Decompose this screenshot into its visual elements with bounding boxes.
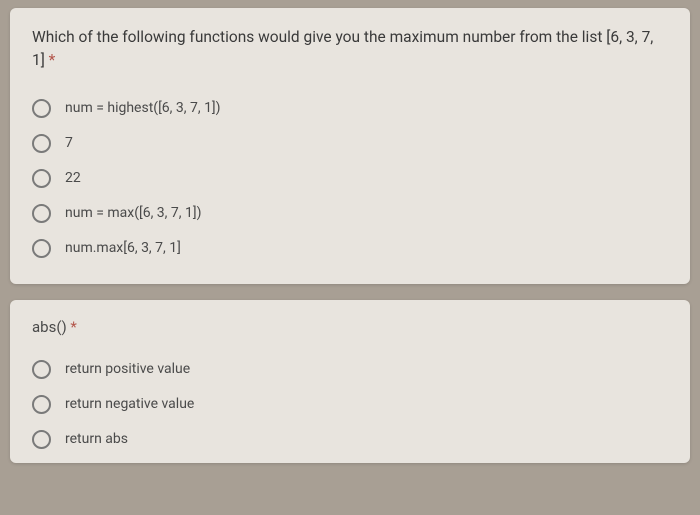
- q1-option-1[interactable]: num = highest([6, 3, 7, 1]): [32, 91, 668, 126]
- radio-icon: [32, 239, 51, 258]
- radio-icon: [32, 430, 51, 449]
- option-label: num = max([6, 3, 7, 1]): [65, 205, 201, 221]
- option-label: return abs: [65, 431, 128, 447]
- radio-icon: [32, 204, 51, 223]
- radio-icon: [32, 360, 51, 379]
- question-2-text: abs() *: [32, 318, 668, 336]
- option-label: num = highest([6, 3, 7, 1]): [65, 100, 221, 116]
- required-asterisk: *: [49, 51, 56, 69]
- radio-icon: [32, 99, 51, 118]
- radio-icon: [32, 169, 51, 188]
- q1-option-4[interactable]: num = max([6, 3, 7, 1]): [32, 196, 668, 231]
- q1-option-5[interactable]: num.max[6, 3, 7, 1]: [32, 231, 668, 266]
- question-card-2: abs() * return positive value return neg…: [10, 300, 690, 463]
- option-label: return positive value: [65, 361, 190, 377]
- q1-option-3[interactable]: 22: [32, 161, 668, 196]
- required-asterisk: *: [70, 318, 76, 336]
- question-1-text: Which of the following functions would g…: [32, 26, 668, 73]
- q2-option-3[interactable]: return abs: [32, 422, 668, 457]
- radio-icon: [32, 395, 51, 414]
- option-label: 7: [65, 135, 73, 151]
- question-2-prompt: abs(): [32, 318, 70, 336]
- radio-icon: [32, 134, 51, 153]
- option-label: return negative value: [65, 396, 194, 412]
- option-label: num.max[6, 3, 7, 1]: [65, 240, 181, 256]
- question-1-prompt: Which of the following functions would g…: [32, 28, 653, 69]
- q2-option-1[interactable]: return positive value: [32, 352, 668, 387]
- option-label: 22: [65, 170, 81, 186]
- q1-option-2[interactable]: 7: [32, 126, 668, 161]
- q2-option-2[interactable]: return negative value: [32, 387, 668, 422]
- question-card-1: Which of the following functions would g…: [10, 8, 690, 284]
